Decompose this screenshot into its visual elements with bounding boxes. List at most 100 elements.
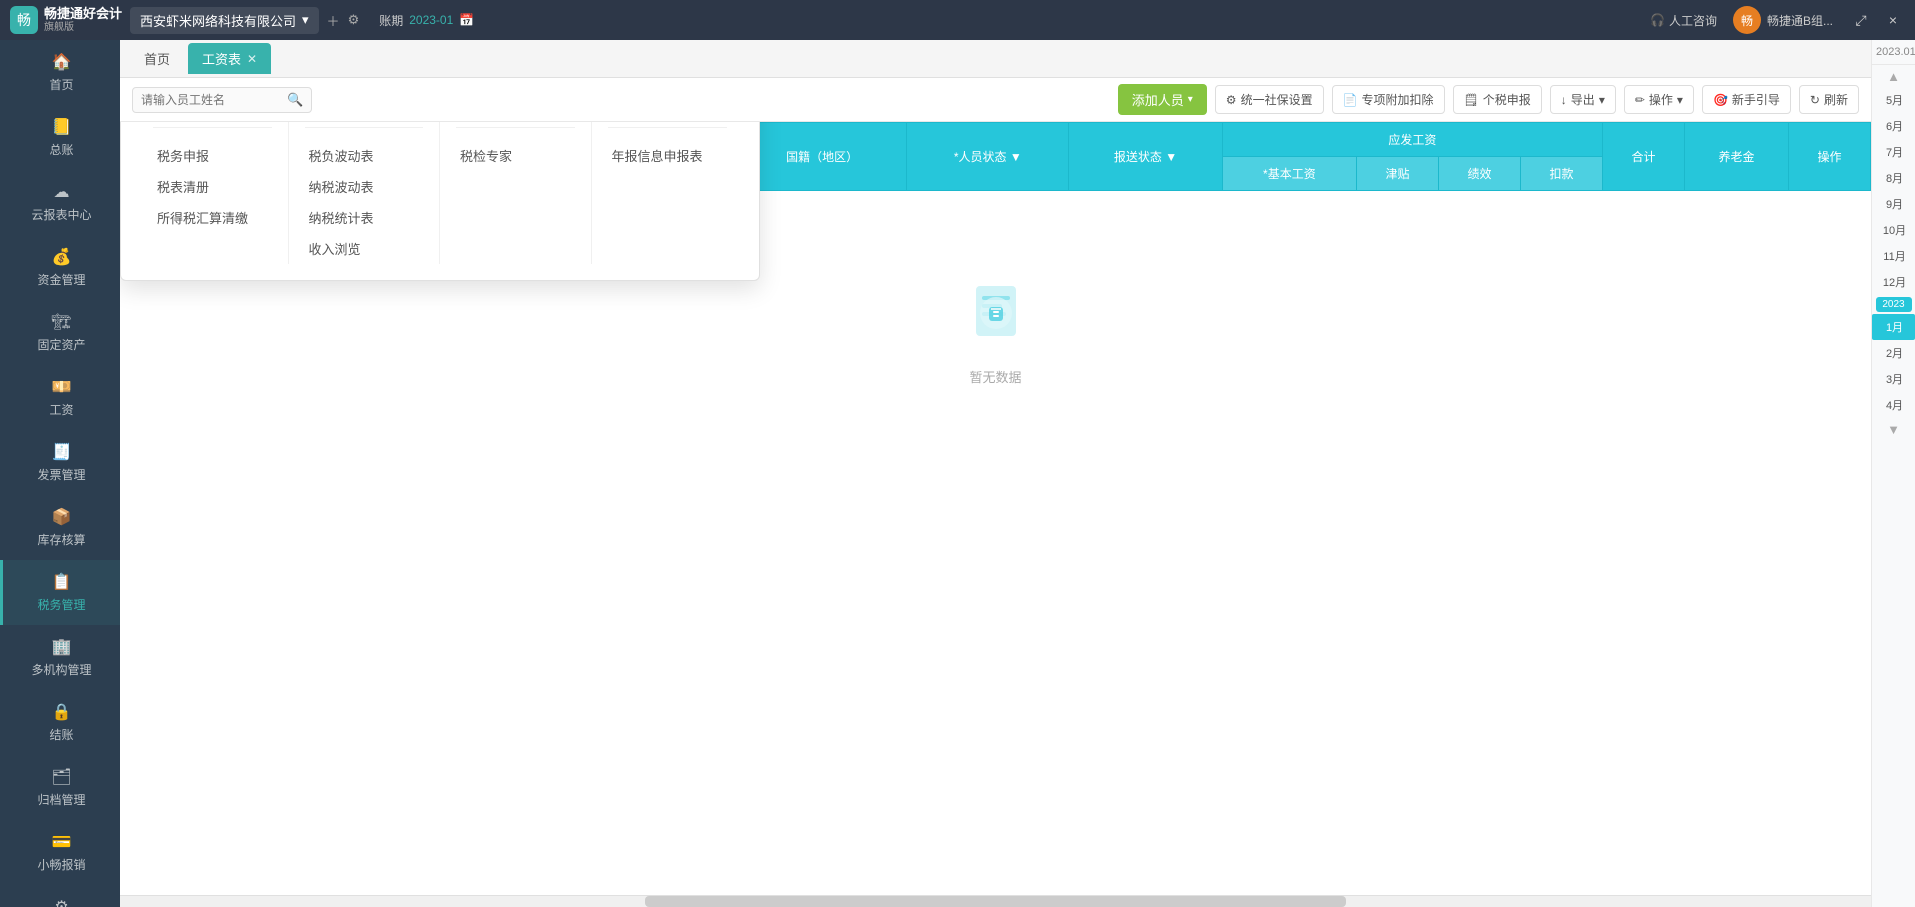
fund-icon: 💰: [52, 247, 72, 267]
headset-icon: 🎧: [1650, 13, 1665, 27]
sidebar-label-ledger: 总账: [49, 141, 73, 158]
menu-annual-report[interactable]: 年报信息申报表: [608, 140, 728, 171]
special-deduction-btn[interactable]: 📄 专项附加扣除: [1332, 85, 1445, 114]
calendar-month-10[interactable]: 10月: [1872, 217, 1915, 243]
sidebar-label-fund: 资金管理: [37, 271, 85, 288]
add-company-icon[interactable]: ＋: [327, 11, 340, 30]
col-header-salary-span: 应发工资: [1222, 123, 1602, 157]
new-guide-toolbar-btn[interactable]: 🎯 新手引导: [1702, 85, 1791, 114]
sidebar-item-xiao-chang[interactable]: 💳 小畅报销: [0, 820, 120, 885]
window-controls: ⤢ ×: [1849, 8, 1905, 32]
menu-tax-check[interactable]: 税检专家: [456, 140, 575, 171]
sidebar-label-cloud: 云报表中心: [31, 206, 91, 223]
expense-icon: 💳: [52, 832, 72, 852]
scroll-thumb: [645, 896, 1345, 907]
sidebar-item-general-ledger[interactable]: 📒 总账: [0, 105, 120, 170]
status-filter-icon[interactable]: ▼: [1010, 150, 1022, 164]
sidebar-label-tax: 税务管理: [37, 596, 85, 613]
calendar-icon[interactable]: 📅: [459, 13, 474, 27]
sidebar-item-cloud-reports[interactable]: ☁ 云报表中心: [0, 170, 120, 235]
sidebar-item-basic-settings[interactable]: ⚙ 基础设置: [0, 885, 120, 907]
bottom-scrollbar[interactable]: [120, 895, 1871, 907]
sidebar-item-invoice[interactable]: 🧾 发票管理: [0, 430, 120, 495]
sidebar-item-payroll[interactable]: 💴 工资: [0, 365, 120, 430]
archive-icon: 🗂: [52, 767, 72, 787]
restore-button[interactable]: ⤢: [1849, 8, 1873, 32]
menu-income-tax-calc[interactable]: 所得税汇算清缴: [153, 202, 272, 233]
sidebar-item-fixed-assets[interactable]: 🏗 固定资产: [0, 300, 120, 365]
app-name-text: 畅捷通好会计 旗舰版: [44, 6, 122, 34]
dropdown-col-analysis: 📊 分析 税负波动表 纳税波动表 纳税统计表 收入浏览: [289, 122, 441, 264]
tab-payroll[interactable]: 工资表 ✕: [188, 43, 271, 74]
menu-tax-fluctuation[interactable]: 纳税波动表: [305, 171, 424, 202]
menu-tax-table[interactable]: 税表清册: [153, 171, 272, 202]
sidebar-item-close-period[interactable]: 🔒 结账: [0, 690, 120, 755]
empty-illustration: [956, 271, 1036, 351]
refresh-btn[interactable]: ↻ 刷新: [1799, 85, 1859, 114]
invoice-icon: 🧾: [52, 442, 72, 462]
menu-tax-declare[interactable]: 税务申报: [153, 140, 272, 171]
calendar-month-2[interactable]: 2月: [1872, 340, 1915, 366]
calendar-month-8[interactable]: 8月: [1872, 165, 1915, 191]
tab-close-payroll[interactable]: ✕: [247, 52, 257, 66]
col-header-nationality: 国籍（地区）: [737, 123, 906, 191]
close-period-icon: 🔒: [52, 702, 72, 722]
col-header-pension: 养老金: [1685, 123, 1789, 191]
sidebar-item-inventory[interactable]: 📦 库存核算: [0, 495, 120, 560]
calendar-month-6[interactable]: 6月: [1872, 113, 1915, 139]
calendar-month-7[interactable]: 7月: [1872, 139, 1915, 165]
calendar-month-1[interactable]: 1月: [1872, 314, 1915, 340]
col-header-allowance: 津贴: [1356, 157, 1438, 191]
user-profile[interactable]: 畅 畅捷通B组...: [1733, 6, 1833, 34]
settings-icon[interactable]: ⚙: [348, 12, 360, 28]
sidebar-item-archive[interactable]: 🗂 归档管理: [0, 755, 120, 820]
tab-home[interactable]: 首页: [130, 43, 184, 74]
close-button[interactable]: ×: [1881, 8, 1905, 32]
operations-btn[interactable]: ✏ 操作 ▾: [1624, 85, 1694, 114]
sidebar-item-tax-mgmt[interactable]: 📋 税务管理: [0, 560, 120, 625]
col-header-base-salary: *基本工资: [1222, 157, 1356, 191]
col-header-action: 操作: [1788, 123, 1870, 191]
employee-search-input[interactable]: [141, 93, 281, 107]
calendar-month-9[interactable]: 9月: [1872, 191, 1915, 217]
calendar-month-4[interactable]: 4月: [1872, 392, 1915, 418]
menu-tax-stats[interactable]: 纳税统计表: [305, 202, 424, 233]
add-employee-button[interactable]: 添加人员 ▾: [1118, 84, 1207, 115]
sidebar-item-fund-mgmt[interactable]: 💰 资金管理: [0, 235, 120, 300]
menu-income-browse[interactable]: 收入浏览: [305, 233, 424, 264]
company-name: 西安虾米网络科技有限公司: [140, 11, 296, 30]
sidebar-label-multi-org: 多机构管理: [31, 661, 91, 678]
calendar-down-btn[interactable]: ▼: [1883, 418, 1905, 440]
calendar-month-12[interactable]: 12月: [1872, 269, 1915, 295]
calendar-header: 2023.01: [1872, 40, 1915, 65]
export-btn[interactable]: ↓ 导出 ▾: [1550, 85, 1616, 114]
assets-icon: 🏗: [52, 312, 72, 332]
calendar-month-5[interactable]: 5月: [1872, 87, 1915, 113]
calendar-month-11[interactable]: 11月: [1872, 243, 1915, 269]
support-link[interactable]: 🎧 人工咨询: [1650, 12, 1717, 29]
social-insurance-btn[interactable]: ⚙ 统一社保设置: [1215, 85, 1324, 114]
cloud-icon: ☁: [52, 182, 72, 202]
period-area: 账期 2023-01 📅: [379, 12, 474, 29]
personal-tax-btn[interactable]: 🗒 个税申报: [1453, 85, 1542, 114]
logo-area: 畅 畅捷通好会计 旗舰版: [10, 6, 130, 34]
ops-arrow: ▾: [1677, 93, 1683, 107]
calendar-up-btn[interactable]: ▲: [1883, 65, 1905, 87]
export-arrow: ▾: [1599, 93, 1605, 107]
refresh-icon: ↻: [1810, 93, 1820, 107]
company-selector[interactable]: 西安虾米网络科技有限公司 ▾: [130, 7, 319, 34]
sidebar-label-assets: 固定资产: [37, 336, 85, 353]
sidebar-item-home[interactable]: 🏠 首页: [0, 40, 120, 105]
report-filter-icon[interactable]: ▼: [1165, 150, 1177, 164]
declare-category-header: 📋 申报: [153, 122, 272, 128]
calendar-month-3[interactable]: 3月: [1872, 366, 1915, 392]
sidebar-item-multi-org[interactable]: 🏢 多机构管理: [0, 625, 120, 690]
menu-tax-burden[interactable]: 税负波动表: [305, 140, 424, 171]
sidebar-label-invoice: 发票管理: [37, 466, 85, 483]
dropdown-col-tax-expert: 🔍 税检专家 税检专家: [440, 122, 592, 264]
period-value: 2023-01: [409, 13, 453, 27]
col-header-total: 合计: [1603, 123, 1685, 191]
dropdown-col-biz-info: 🏢 工商信息 年报信息申报表: [592, 122, 744, 264]
search-wrap: 🔍: [132, 87, 312, 113]
col-header-performance: 绩效: [1439, 157, 1521, 191]
